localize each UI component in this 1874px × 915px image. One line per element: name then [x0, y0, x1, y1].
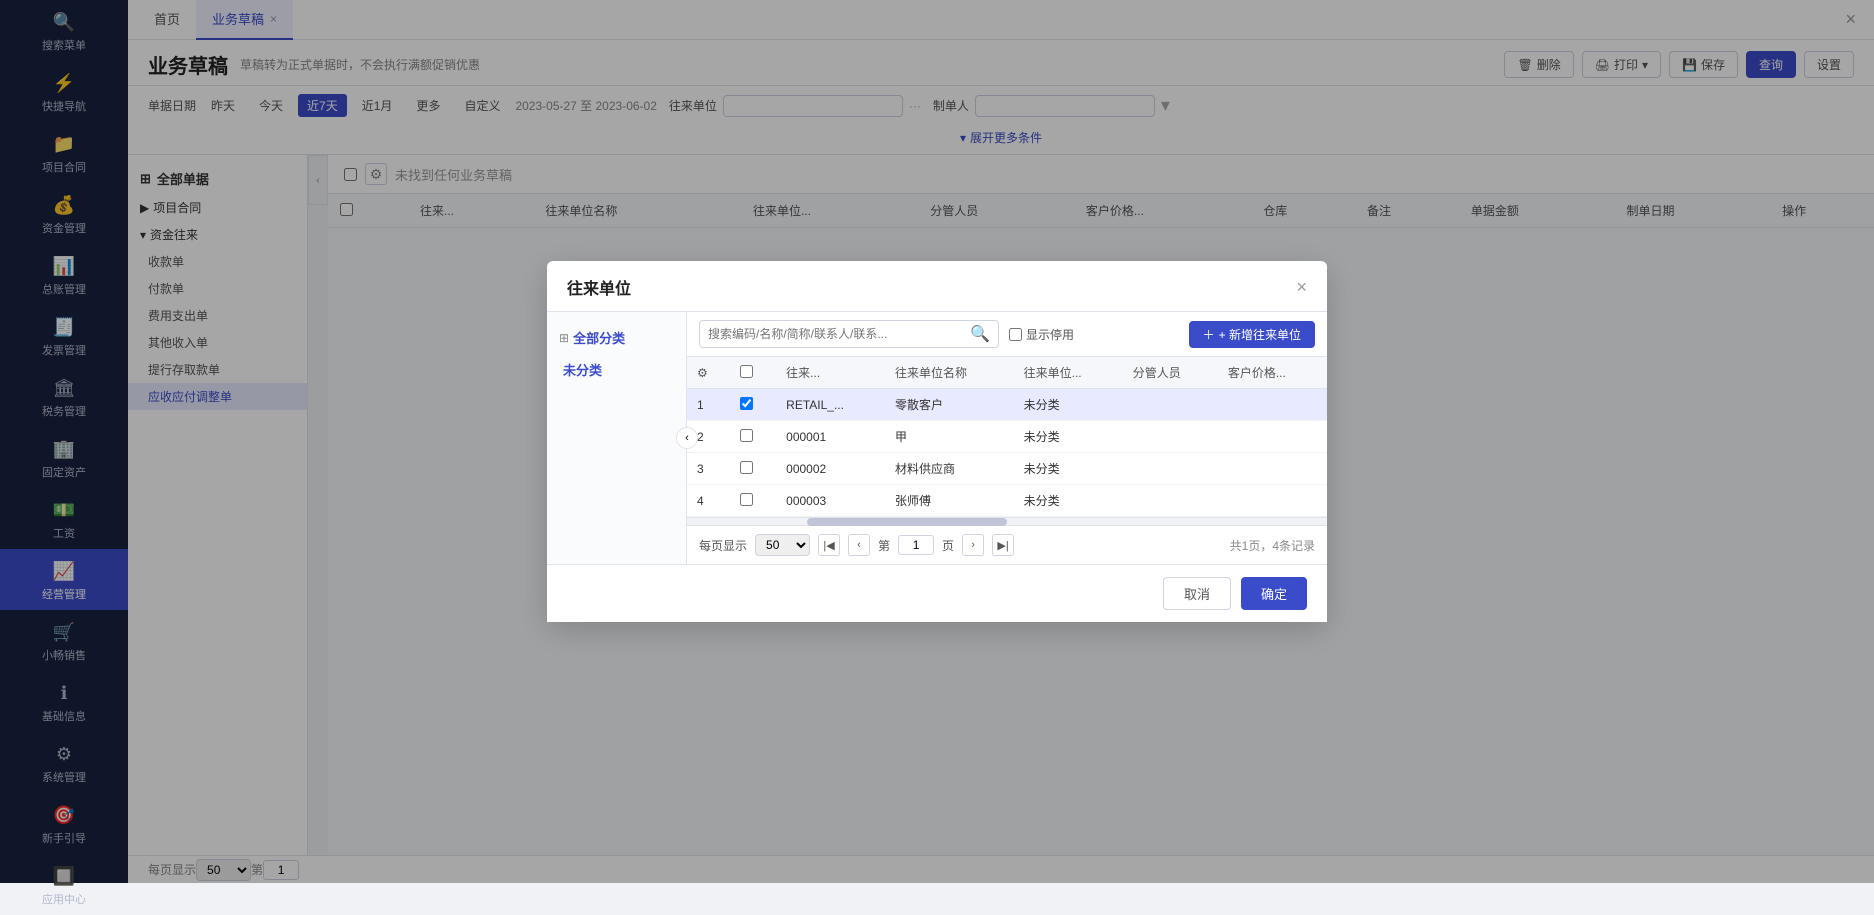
search-magnifier-icon: 🔍 [970, 324, 990, 344]
gear-col-icon: ⚙ [697, 366, 708, 380]
modal-cancel-button[interactable]: 取消 [1163, 577, 1231, 610]
modal-category-panel: ⊞ 全部分类 未分类 ‹ [547, 312, 687, 564]
modal-per-page-label: 每页显示 [699, 537, 747, 554]
modal-header: 往来单位 × [547, 261, 1327, 312]
modal-prev-page-btn[interactable]: ‹ [848, 534, 870, 556]
modal-toolbar: 🔍 显示停用 ＋ + 新增往来单位 [687, 312, 1327, 357]
modal-table-row[interactable]: 2 000001 甲 未分类 [687, 421, 1327, 453]
modal-row-3-num: 3 [687, 453, 730, 485]
modal-scrollbar-thumb[interactable] [807, 518, 1007, 526]
modal-scrollbar[interactable] [687, 517, 1327, 525]
modal-total-info: 共1页，4条记录 [1230, 537, 1315, 554]
modal-row-1-name: 零散客户 [885, 389, 1014, 421]
modal-col-category: 往来单位... [1014, 357, 1123, 389]
modal-first-page-btn[interactable]: |◀ [818, 534, 840, 556]
modal-category-all[interactable]: 未分类 [547, 353, 686, 386]
modal-col-price: 客户价格... [1218, 357, 1327, 389]
modal-last-page-btn[interactable]: ▶| [992, 534, 1014, 556]
modal-row-4-checkbox [730, 485, 776, 517]
modal-table-wrap: ⚙ 往来... 往来单位名称 往来单位... 分管人员 客户价格... [687, 357, 1327, 517]
modal-row-3-category: 未分类 [1014, 453, 1123, 485]
modal-row-1-category: 未分类 [1014, 389, 1123, 421]
modal-row-4-manager [1123, 485, 1218, 517]
modal-col-settings: ⚙ [687, 357, 730, 389]
modal-left-header: ⊞ 全部分类 [547, 322, 686, 353]
modal-overlay: 往来单位 × ⊞ 全部分类 未分类 ‹ [0, 0, 1874, 883]
modal-col-code: 往来... [776, 357, 885, 389]
modal-row-2-checkbox [730, 421, 776, 453]
modal-col-name: 往来单位名称 [885, 357, 1014, 389]
modal-header-checkbox[interactable] [740, 365, 753, 378]
modal-page-unit: 页 [942, 537, 954, 554]
modal-footer: 取消 确定 [547, 564, 1327, 622]
show-disabled-checkbox[interactable] [1009, 328, 1022, 341]
modal-row-4-category: 未分类 [1014, 485, 1123, 517]
modal-row-4-code: 000003 [776, 485, 885, 517]
modal-row-4-price [1218, 485, 1327, 517]
modal-row-3-manager [1123, 453, 1218, 485]
plus-icon: ＋ [1203, 326, 1215, 343]
modal-table: ⚙ 往来... 往来单位名称 往来单位... 分管人员 客户价格... [687, 357, 1327, 517]
collapse-left-icon[interactable]: ‹ [676, 427, 698, 449]
show-disabled-label[interactable]: 显示停用 [1009, 326, 1074, 343]
modal-col-manager: 分管人员 [1123, 357, 1218, 389]
modal-body: ⊞ 全部分类 未分类 ‹ 🔍 [547, 312, 1327, 564]
modal-row-2-name: 甲 [885, 421, 1014, 453]
modal-right: 🔍 显示停用 ＋ + 新增往来单位 [687, 312, 1327, 564]
modal-row-1-num: 1 [687, 389, 730, 421]
modal-next-page-btn[interactable]: › [962, 534, 984, 556]
new-counterpart-button[interactable]: ＋ + 新增往来单位 [1189, 321, 1315, 348]
modal-search-input[interactable] [708, 327, 966, 341]
modal-page-input[interactable] [898, 535, 934, 555]
modal-row-3-name: 材料供应商 [885, 453, 1014, 485]
modal-row-1-price [1218, 389, 1327, 421]
modal-page-label: 第 [878, 537, 890, 554]
modal-row-4-name: 张师傅 [885, 485, 1014, 517]
modal-row-3-checkbox [730, 453, 776, 485]
modal-row-2-manager [1123, 421, 1218, 453]
modal-row-2-code: 000001 [776, 421, 885, 453]
modal-confirm-button[interactable]: 确定 [1241, 577, 1307, 610]
modal-row-2-category: 未分类 [1014, 421, 1123, 453]
modal-close-button[interactable]: × [1296, 277, 1307, 298]
modal-table-row[interactable]: 3 000002 材料供应商 未分类 [687, 453, 1327, 485]
modal-row-1-checkbox [730, 389, 776, 421]
modal-title: 往来单位 [567, 275, 631, 299]
modal-table-row[interactable]: 4 000003 张师傅 未分类 [687, 485, 1327, 517]
modal-row-2-price [1218, 421, 1327, 453]
counterpart-modal: 往来单位 × ⊞ 全部分类 未分类 ‹ [547, 261, 1327, 622]
modal-row-4-num: 4 [687, 485, 730, 517]
modal-pagination: 每页显示 50 100 |◀ ‹ 第 页 › ▶| 共1页，4条记录 [687, 525, 1327, 564]
modal-row-3-code: 000002 [776, 453, 885, 485]
modal-row-1-code: RETAIL_... [776, 389, 885, 421]
modal-table-row[interactable]: 1 RETAIL_... 零散客户 未分类 [687, 389, 1327, 421]
modal-search-box: 🔍 [699, 320, 999, 348]
modal-row-3-price [1218, 453, 1327, 485]
modal-col-check [730, 357, 776, 389]
modal-per-page-select[interactable]: 50 100 [755, 534, 810, 556]
modal-row-1-manager [1123, 389, 1218, 421]
grid-icon-small: ⊞ [559, 331, 569, 345]
